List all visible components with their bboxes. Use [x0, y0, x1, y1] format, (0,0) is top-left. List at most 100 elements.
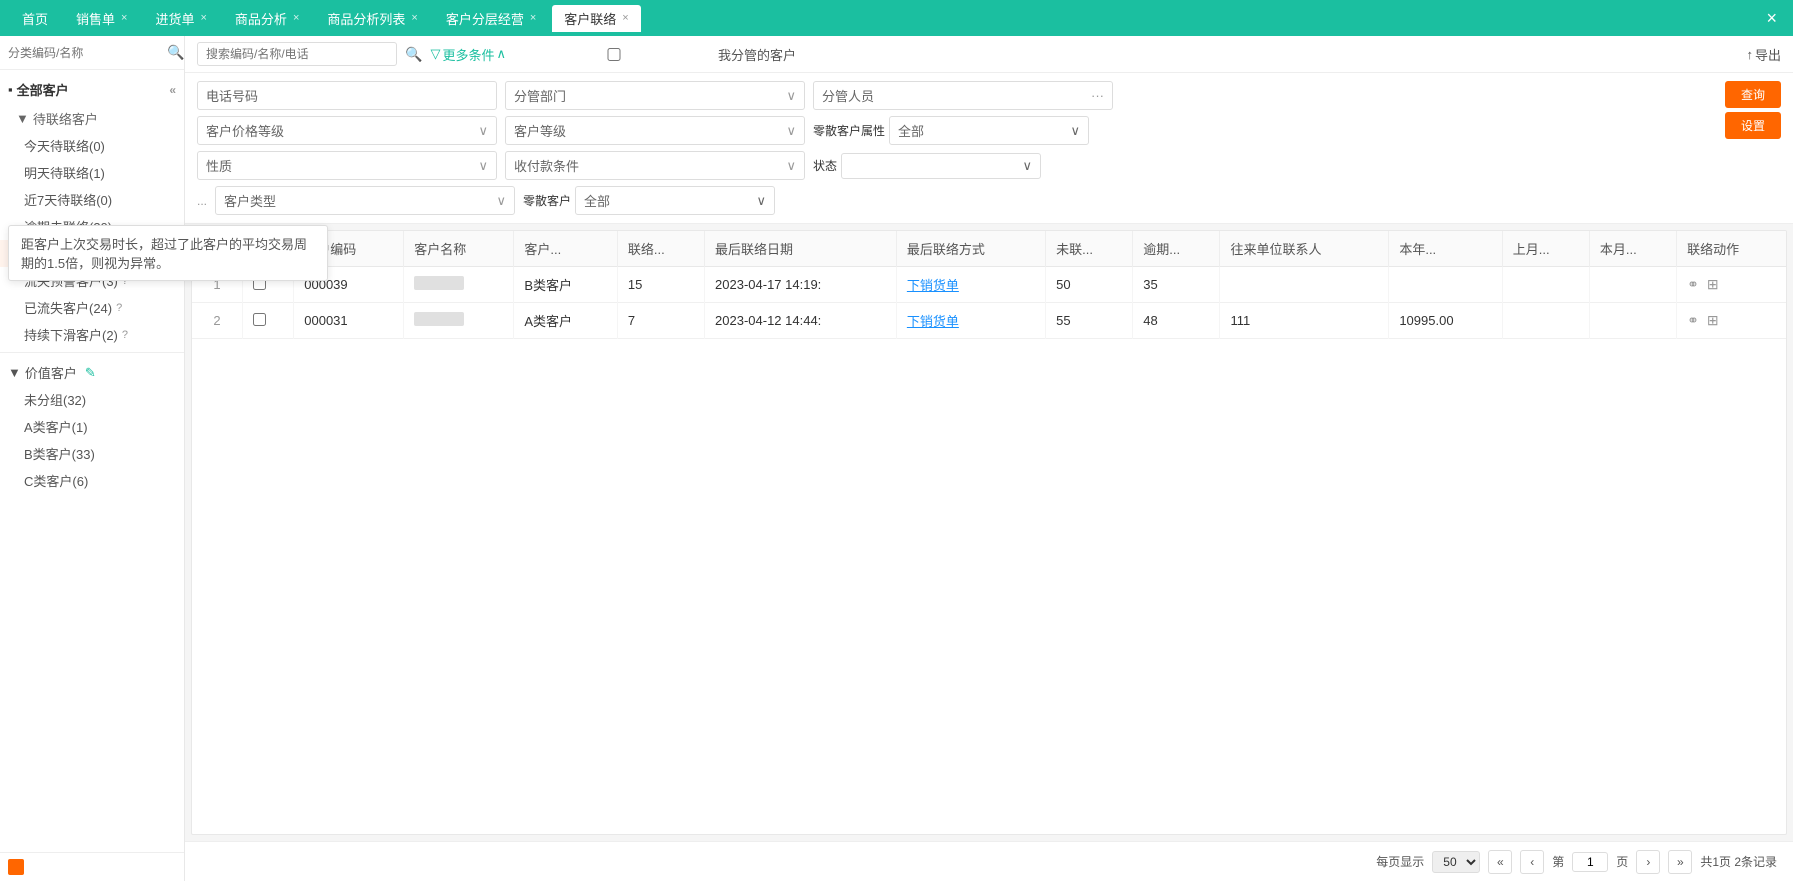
close-icon[interactable]: ×: [200, 12, 206, 24]
close-icon[interactable]: ×: [530, 12, 536, 24]
settings-button[interactable]: 设置: [1725, 112, 1781, 139]
person-field[interactable]: 分管人员 ···: [813, 81, 1113, 110]
col-last-contact-date[interactable]: 最后联络日期: [705, 231, 897, 267]
sidebar-value-group-header[interactable]: ▼ 价值客户 ✎: [0, 357, 184, 386]
customer-level-field[interactable]: 客户等级 ∨: [505, 116, 805, 145]
cell-contact-count: 7: [617, 303, 704, 339]
sidebar-search-area: 🔍: [0, 36, 184, 70]
sidebar-item-a-class[interactable]: A类客户(1): [0, 413, 184, 440]
col-last-month[interactable]: 上月...: [1502, 231, 1589, 267]
cell-overdue: 35: [1133, 267, 1220, 303]
window-close-button[interactable]: ×: [1760, 8, 1783, 29]
sidebar-item-c-class[interactable]: C类客户(6): [0, 467, 184, 494]
cell-this-month: [1589, 267, 1676, 303]
nav-purchase-order[interactable]: 进货单 ×: [143, 5, 218, 32]
close-icon[interactable]: ×: [293, 12, 299, 24]
sidebar-item-lost-customers[interactable]: 已流失客户(24) ?: [0, 294, 184, 321]
phone-field[interactable]: 电话号码: [197, 81, 497, 110]
col-last-contact-method[interactable]: 最后联络方式: [896, 231, 1045, 267]
sidebar-item-b-class[interactable]: B类客户(33): [0, 440, 184, 467]
my-customers-checkbox[interactable]: [514, 48, 714, 61]
sidebar-item-7days-pending[interactable]: 近7天待联络(0): [0, 186, 184, 213]
row-checkbox[interactable]: [253, 313, 266, 326]
sidebar-tree: ▪ 全部客户 « ▼ 待联络客户 今天待联络(0) 明天待联络(1) 近7天待联…: [0, 70, 184, 852]
close-icon[interactable]: ×: [121, 12, 127, 24]
contact-action-icon[interactable]: ⊞: [1707, 276, 1719, 293]
customer-table: 序 客户编码 客户名称 客户... 联络... 最后联络日期 最后联络方式 未联…: [192, 231, 1786, 339]
search-button[interactable]: 🔍: [405, 46, 422, 63]
sidebar-collapse-btn[interactable]: «: [169, 83, 176, 97]
query-button[interactable]: 查询: [1725, 81, 1781, 108]
next-page-button[interactable]: ›: [1636, 850, 1660, 874]
chevron-down-icon: ∨: [1071, 123, 1081, 139]
last-page-button[interactable]: »: [1668, 850, 1692, 874]
page-input[interactable]: [1572, 852, 1608, 872]
table-header-row: 序 客户编码 客户名称 客户... 联络... 最后联络日期 最后联络方式 未联…: [192, 231, 1786, 267]
sidebar-search-input[interactable]: [8, 46, 163, 60]
content-area: 🔍 ▽ 更多条件 ∧ 我分管的客户 ↑ 导出: [185, 36, 1793, 881]
nav-product-analysis-list[interactable]: 商品分析列表 ×: [315, 5, 429, 32]
contact-action-icon[interactable]: ⊞: [1707, 312, 1719, 329]
table-row: 2 000031 A类客户 7 2023-04-12 14:44: 下销货单: [192, 303, 1786, 339]
nav-customer-contact[interactable]: 客户联络 ×: [552, 5, 640, 32]
close-icon[interactable]: ×: [411, 12, 417, 24]
sidebar-pending-section[interactable]: ▼ 待联络客户: [0, 105, 184, 132]
per-page-select[interactable]: 50: [1432, 851, 1480, 873]
col-this-year[interactable]: 本年...: [1389, 231, 1502, 267]
search-input[interactable]: [197, 42, 397, 66]
cell-overdue: 48: [1133, 303, 1220, 339]
prev-page-button[interactable]: ‹: [1520, 850, 1544, 874]
sidebar-bottom: [0, 852, 184, 881]
sidebar-item-unclassified[interactable]: 未分组(32): [0, 386, 184, 413]
retail-attr-select[interactable]: 全部 ∨: [889, 116, 1089, 145]
more-conditions-button[interactable]: ▽ 更多条件 ∧: [430, 45, 506, 64]
cell-level: B类客户: [514, 267, 618, 303]
customer-type-field[interactable]: 客户类型 ∨: [215, 186, 515, 215]
chevron-down-icon: ∧: [496, 46, 506, 62]
chevron-down-icon: ∨: [478, 123, 488, 139]
nav-home[interactable]: 首页: [10, 5, 60, 32]
retail-customer-select[interactable]: 全部 ∨: [575, 186, 775, 215]
col-this-month[interactable]: 本月...: [1589, 231, 1676, 267]
total-records-label: 共1页 2条记录: [1700, 853, 1777, 870]
export-icon: ↑: [1746, 47, 1753, 62]
cell-last-contact-method: 下销货单: [896, 303, 1045, 339]
chevron-down-icon: ∨: [786, 88, 796, 104]
chevron-down-icon: ∨: [497, 193, 507, 209]
col-name[interactable]: 客户名称: [404, 231, 514, 267]
col-contact-count[interactable]: 联络...: [617, 231, 704, 267]
col-unit-contact[interactable]: 往来单位联系人: [1220, 231, 1389, 267]
sidebar-item-today-pending[interactable]: 今天待联络(0): [0, 132, 184, 159]
export-button[interactable]: ↑ 导出: [1746, 45, 1781, 64]
payment-field[interactable]: 收付款条件 ∨: [505, 151, 805, 180]
col-overdue[interactable]: 逾期...: [1133, 231, 1220, 267]
contact-link-icon[interactable]: ⚭: [1687, 312, 1699, 329]
my-customers-checkbox-label[interactable]: 我分管的客户: [514, 45, 796, 64]
col-uncontacted[interactable]: 未联...: [1046, 231, 1133, 267]
action-icons: ⚭ ⊞: [1687, 312, 1776, 329]
sidebar-all-customers[interactable]: ▪ 全部客户 «: [0, 74, 184, 105]
chevron-down-icon: ∨: [757, 193, 767, 209]
tooltip-box: 距客户上次交易时长，超过了此客户的平均交易周期的1.5倍，则视为异常。: [8, 225, 328, 281]
chevron-down-icon: ▼: [8, 365, 21, 380]
price-level-field[interactable]: 客户价格等级 ∨: [197, 116, 497, 145]
cell-last-contact-date: 2023-04-12 14:44:: [705, 303, 897, 339]
contact-method-link[interactable]: 下销货单: [907, 278, 959, 293]
status-select[interactable]: ∨: [841, 153, 1041, 179]
nav-customer-tier[interactable]: 客户分层经营 ×: [434, 5, 548, 32]
nav-sales-order[interactable]: 销售单 ×: [64, 5, 139, 32]
nav-product-analysis[interactable]: 商品分析 ×: [223, 5, 311, 32]
first-page-button[interactable]: «: [1488, 850, 1512, 874]
edit-icon[interactable]: ✎: [85, 365, 96, 381]
contact-link-icon[interactable]: ⚭: [1687, 276, 1699, 293]
close-icon[interactable]: ×: [622, 12, 628, 24]
contact-method-link[interactable]: 下销货单: [907, 314, 959, 329]
sidebar-item-tomorrow-pending[interactable]: 明天待联络(1): [0, 159, 184, 186]
filter-bar: 🔍 ▽ 更多条件 ∧ 我分管的客户 ↑ 导出: [185, 36, 1793, 73]
cell-level: A类客户: [514, 303, 618, 339]
dept-field[interactable]: 分管部门 ∨: [505, 81, 805, 110]
gender-field[interactable]: 性质 ∨: [197, 151, 497, 180]
sidebar-item-declining-customers[interactable]: 持续下滑客户(2) ?: [0, 321, 184, 348]
col-level[interactable]: 客户...: [514, 231, 618, 267]
more-filters-button[interactable]: ...: [197, 194, 207, 208]
